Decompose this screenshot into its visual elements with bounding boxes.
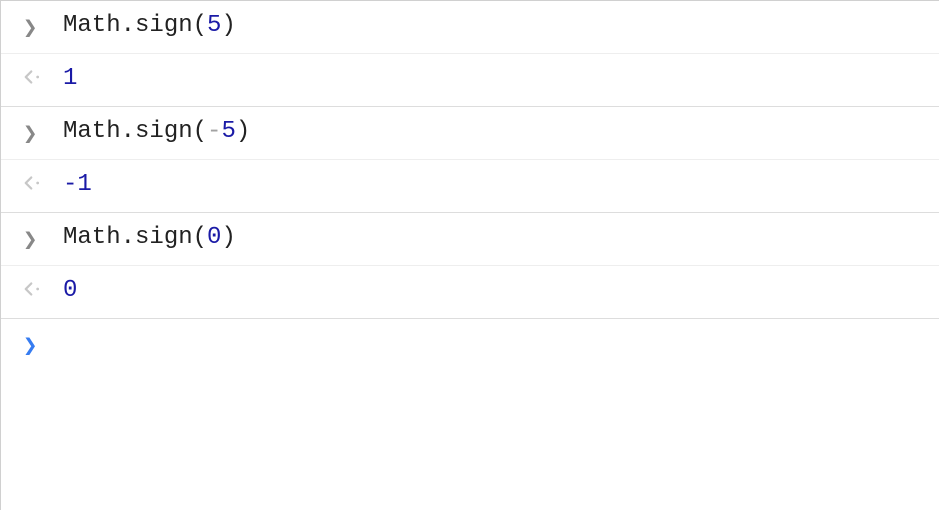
result-sign: - — [63, 171, 77, 198]
console-input-row: ❯ Math.sign(5) — [1, 1, 939, 54]
result-number: 1 — [63, 65, 77, 92]
return-arrow-icon — [23, 172, 45, 202]
output-value[interactable]: 1 — [63, 64, 939, 92]
input-expression[interactable]: Math.sign(-5) — [63, 117, 939, 145]
return-arrow-icon — [23, 278, 45, 308]
console-output-row: 1 — [1, 54, 939, 107]
output-value[interactable]: 0 — [63, 276, 939, 304]
token-method: sign — [135, 12, 193, 39]
token-paren-open: ( — [193, 224, 207, 251]
token-paren-close: ) — [221, 224, 235, 251]
prompt-chevron-icon: ❯ — [23, 331, 37, 361]
token-paren-open: ( — [193, 12, 207, 39]
token-paren-close: ) — [221, 12, 235, 39]
output-gutter — [23, 276, 63, 308]
input-chevron-icon: ❯ — [23, 119, 37, 149]
result-number: 0 — [63, 277, 77, 304]
token-number: 5 — [207, 12, 221, 39]
token-number: 0 — [207, 224, 221, 251]
output-gutter — [23, 64, 63, 96]
result-number: 1 — [77, 171, 91, 198]
input-chevron-icon: ❯ — [23, 225, 37, 255]
console-input-row: ❯ Math.sign(0) — [1, 213, 939, 266]
input-expression[interactable]: Math.sign(0) — [63, 223, 939, 251]
token-object: Math — [63, 12, 121, 39]
input-chevron-icon: ❯ — [23, 13, 37, 43]
console-prompt-row[interactable]: ❯ — [1, 319, 939, 371]
token-method: sign — [135, 118, 193, 145]
token-dot: . — [121, 118, 135, 145]
prompt-gutter: ❯ — [23, 329, 63, 361]
token-sign: - — [207, 118, 221, 145]
token-paren-open: ( — [193, 118, 207, 145]
output-value[interactable]: -1 — [63, 170, 939, 198]
token-dot: . — [121, 12, 135, 39]
console-output-row: -1 — [1, 160, 939, 213]
input-gutter: ❯ — [23, 223, 63, 255]
input-expression[interactable]: Math.sign(5) — [63, 11, 939, 39]
console-output-row: 0 — [1, 266, 939, 319]
token-object: Math — [63, 118, 121, 145]
output-gutter — [23, 170, 63, 202]
token-method: sign — [135, 224, 193, 251]
token-paren-close: ) — [236, 118, 250, 145]
console-input-row: ❯ Math.sign(-5) — [1, 107, 939, 160]
token-dot: . — [121, 224, 135, 251]
token-object: Math — [63, 224, 121, 251]
input-gutter: ❯ — [23, 117, 63, 149]
return-arrow-icon — [23, 66, 45, 96]
input-gutter: ❯ — [23, 11, 63, 43]
token-number: 5 — [221, 118, 235, 145]
